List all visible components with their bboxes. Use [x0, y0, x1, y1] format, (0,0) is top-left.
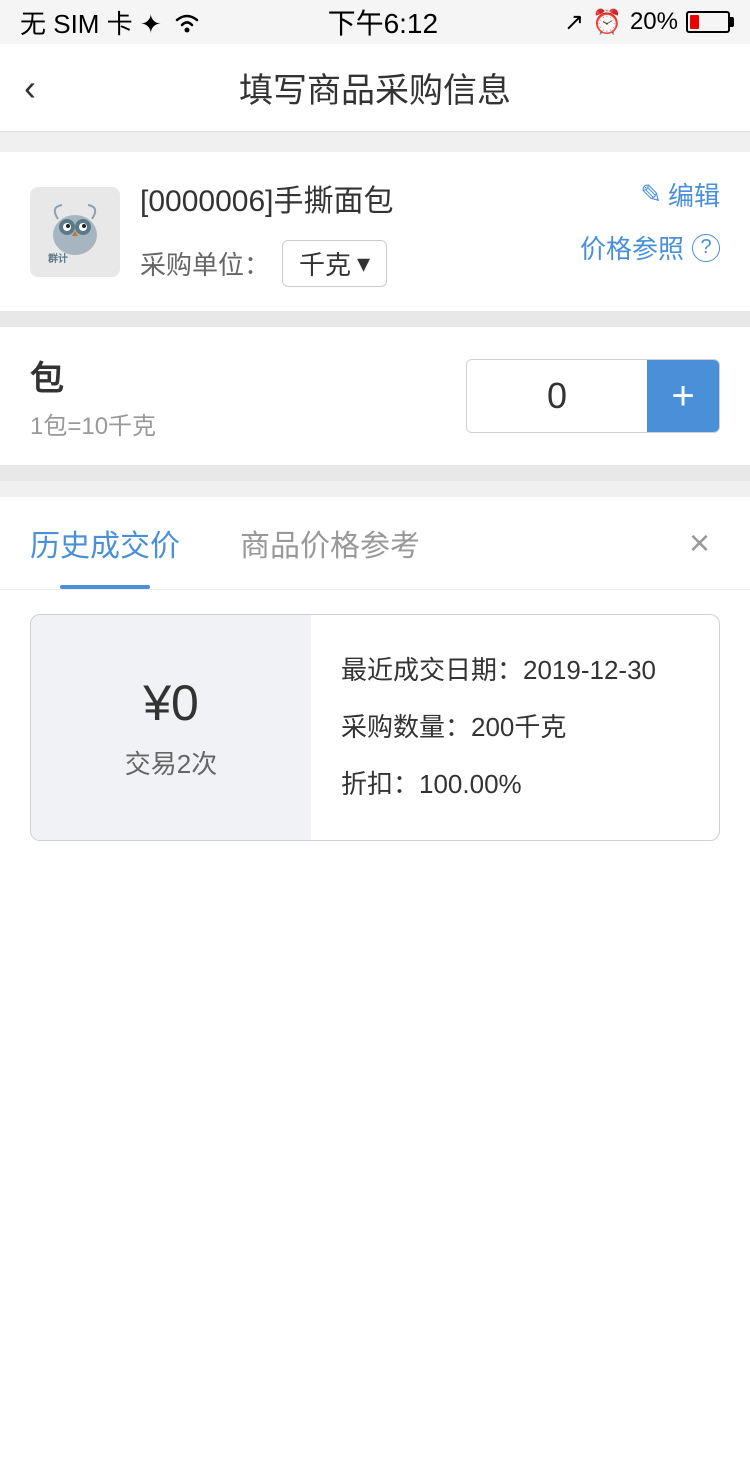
status-right: ↗ ⏰ 20% [564, 8, 730, 37]
price-ref-label: 价格参照 [580, 229, 684, 266]
purchase-quantity-value: 200千克 [471, 712, 566, 742]
battery-percent: 20% [630, 8, 678, 36]
quantity-plus-button[interactable]: + [647, 360, 719, 432]
date-label: 最近成交日期： [341, 655, 523, 685]
no-sim-text: 无 SIM 卡 ✦ [20, 4, 162, 41]
tab-history-price[interactable]: 历史成交价 [30, 497, 180, 589]
edit-label: 编辑 [668, 176, 720, 213]
price-quantity-row: 采购数量：200千克 [341, 708, 689, 747]
wifi-icon [172, 11, 202, 33]
dropdown-arrow-icon: ▾ [357, 248, 370, 279]
location-icon: ↗ [564, 8, 584, 37]
svg-text:群计: 群计 [48, 252, 68, 265]
purchase-quantity-label: 采购数量： [341, 712, 471, 742]
trade-count: 交易2次 [125, 744, 217, 781]
owl-logo: 群计 [40, 197, 110, 267]
page-title: 填写商品采购信息 [239, 63, 511, 112]
unit-select[interactable]: 千克 ▾ [282, 240, 387, 287]
quantity-control: + [466, 359, 720, 433]
date-value: 2019-12-30 [523, 655, 656, 685]
page-body-fill [0, 865, 750, 1465]
status-time: 下午6:12 [328, 2, 439, 42]
product-right: ✎ 编辑 价格参照 ? [580, 176, 720, 266]
product-name: [0000006]手撕面包 [140, 176, 393, 220]
product-info: [0000006]手撕面包 采购单位： 千克 ▾ [140, 176, 393, 287]
back-button[interactable]: ‹ [24, 67, 36, 109]
product-card: 群计 [0000006]手撕面包 采购单位： 千克 ▾ ✎ 编辑 [0, 152, 750, 311]
status-left: 无 SIM 卡 ✦ [20, 4, 202, 41]
quantity-input[interactable] [467, 360, 647, 432]
row-divider [0, 465, 750, 481]
tabs-container: 历史成交价 商品价格参考 × [0, 497, 750, 590]
quantity-unit-sub: 1包=10千克 [30, 406, 156, 441]
close-button[interactable]: × [679, 512, 720, 574]
tab-price-reference[interactable]: 商品价格参考 [240, 497, 420, 589]
quantity-unit-main: 包 [30, 351, 156, 400]
discount-label: 折扣： [341, 769, 419, 799]
price-reference-button[interactable]: 价格参照 ? [580, 229, 720, 266]
price-discount-row: 折扣：100.00% [341, 765, 689, 804]
price-card-container: ¥0 交易2次 最近成交日期：2019-12-30 采购数量：200千克 折扣：… [0, 590, 750, 865]
product-header: 群计 [0000006]手撕面包 采购单位： 千克 ▾ ✎ 编辑 [30, 176, 720, 287]
price-left-panel: ¥0 交易2次 [31, 615, 311, 840]
tabs-left: 历史成交价 商品价格参考 [30, 497, 420, 589]
edit-button[interactable]: ✎ 编辑 [640, 176, 720, 213]
unit-label: 采购单位： [140, 245, 270, 282]
section-divider [0, 311, 750, 327]
quantity-row: 包 1包=10千克 + [0, 327, 750, 465]
price-value: ¥0 [143, 674, 199, 732]
question-icon: ? [692, 234, 720, 262]
alarm-icon: ⏰ [592, 8, 622, 37]
status-bar: 无 SIM 卡 ✦ 下午6:12 ↗ ⏰ 20% [0, 0, 750, 44]
price-card: ¥0 交易2次 最近成交日期：2019-12-30 采购数量：200千克 折扣：… [30, 614, 720, 841]
product-image: 群计 [30, 187, 120, 277]
battery-icon [686, 11, 730, 33]
edit-icon: ✎ [640, 179, 662, 210]
nav-bar: ‹ 填写商品采购信息 [0, 44, 750, 132]
product-unit-row: 采购单位： 千克 ▾ [140, 240, 393, 287]
price-date-row: 最近成交日期：2019-12-30 [341, 651, 689, 690]
discount-value: 100.00% [419, 769, 522, 799]
quantity-label: 包 1包=10千克 [30, 351, 156, 441]
price-right-panel: 最近成交日期：2019-12-30 采购数量：200千克 折扣：100.00% [311, 615, 719, 840]
product-left: 群计 [0000006]手撕面包 采购单位： 千克 ▾ [30, 176, 393, 287]
unit-value: 千克 [299, 245, 351, 282]
